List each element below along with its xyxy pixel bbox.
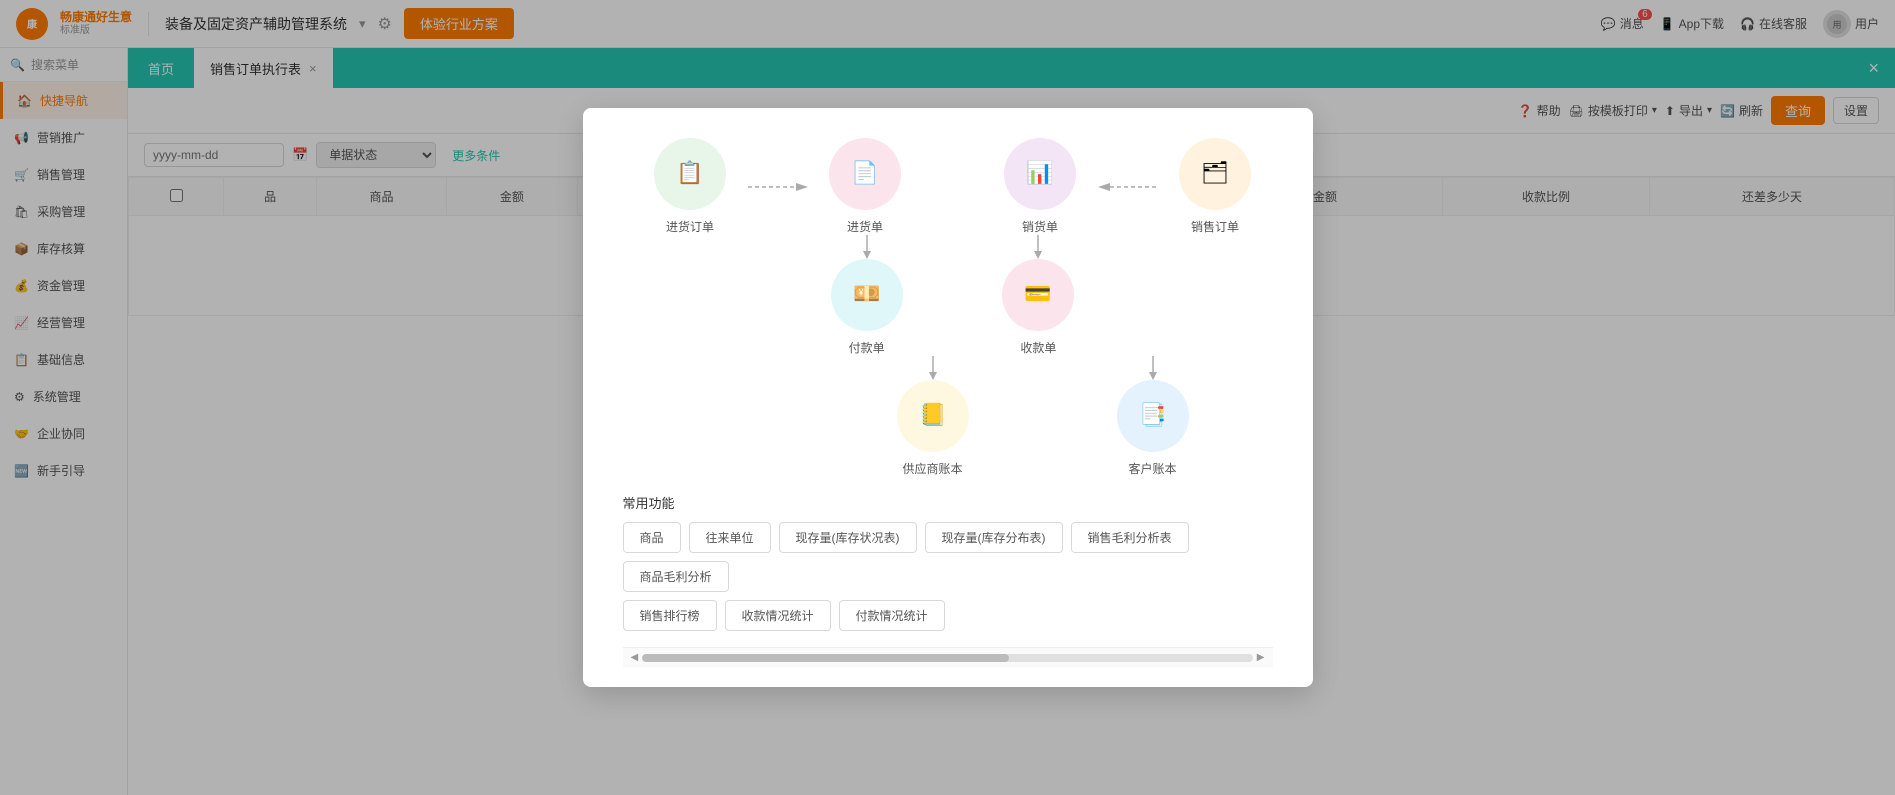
svg-text:💳: 💳 [1025,281,1052,306]
flow-node-supplier-ledger[interactable]: 📒 供应商账本 [853,380,1013,477]
flow-label-sales-bill: 销货单 [1022,218,1058,235]
flow-arrows-down-row [623,235,1273,259]
flow-label-customer-ledger: 客户账本 [1128,460,1176,477]
flow-arrow-1 [748,179,808,195]
svg-text:📒: 📒 [919,402,946,427]
svg-text:📑: 📑 [1139,402,1166,427]
scroll-left-icon[interactable]: ◀ [631,652,639,663]
svg-text:📄: 📄 [851,160,878,185]
flow-arrows-down-row-2 [623,356,1273,380]
flow-row-2: 💴 付款单 💳 收款单 [623,259,1273,356]
func-btn-6[interactable]: 销售排行榜 [623,600,717,631]
func-buttons-row2: 销售排行榜 收款情况统计 付款情况统计 [623,600,1273,631]
flow-node-customer-ledger[interactable]: 📑 客户账本 [1073,380,1233,477]
modal-scrollbar: ◀ ▶ [623,647,1273,667]
flow-node-sales-order[interactable]: 🗂 销售订单 [1158,138,1273,235]
common-title: 常用功能 [623,493,1273,512]
func-buttons: 商品 往来单位 现存量(库存状况表) 现存量(库存分布表) 销售毛利分析表 商品… [623,522,1273,592]
svg-text:💴: 💴 [853,281,880,306]
func-btn-8[interactable]: 付款情况统计 [839,600,945,631]
func-btn-7[interactable]: 收款情况统计 [725,600,831,631]
flow-node-purchase-bill[interactable]: 📄 进货单 [808,138,923,235]
modal-body: 📋 进货订单 📄 进货单 [583,108,1313,687]
flow-node-sales-bill[interactable]: 📊 销货单 [983,138,1098,235]
flow-label-purchase-bill: 进货单 [847,218,883,235]
scroll-right-icon[interactable]: ▶ [1257,652,1265,663]
func-btn-5[interactable]: 商品毛利分析 [623,561,729,592]
flow-row-1: 📋 进货订单 📄 进货单 [623,138,1273,235]
func-btn-0[interactable]: 商品 [623,522,681,553]
modal-dialog: 📋 进货订单 📄 进货单 [583,108,1313,687]
flow-label-supplier-ledger: 供应商账本 [902,460,962,477]
func-btn-2[interactable]: 现存量(库存状况表) [779,522,917,553]
scrollbar-thumb [642,654,1008,662]
func-btn-4[interactable]: 销售毛利分析表 [1071,522,1189,553]
flow-node-purchase-order[interactable]: 📋 进货订单 [633,138,748,235]
svg-text:📋: 📋 [676,160,703,185]
scrollbar-track[interactable] [642,654,1253,662]
svg-text:📊: 📊 [1026,160,1053,185]
common-functions: 常用功能 商品 往来单位 现存量(库存状况表) 现存量(库存分布表) 销售毛利分… [623,493,1273,631]
func-btn-3[interactable]: 现存量(库存分布表) [925,522,1063,553]
flow-row-3: 📒 供应商账本 📑 客户账本 [623,380,1273,477]
modal-overlay[interactable]: 📋 进货订单 📄 进货单 [0,0,1895,795]
flow-label-receipt-bill: 收款单 [1020,339,1056,356]
flow-node-payment-bill[interactable]: 💴 付款单 [804,259,929,356]
svg-text:🗂: 🗂 [1201,160,1229,185]
func-btn-1[interactable]: 往来单位 [689,522,771,553]
flow-label-purchase-order: 进货订单 [666,218,714,235]
flow-arrow-2 [1098,179,1158,195]
flow-node-receipt-bill[interactable]: 💳 收款单 [976,259,1101,356]
flow-label-payment-bill: 付款单 [849,339,885,356]
flow-label-sales-order: 销售订单 [1191,218,1239,235]
